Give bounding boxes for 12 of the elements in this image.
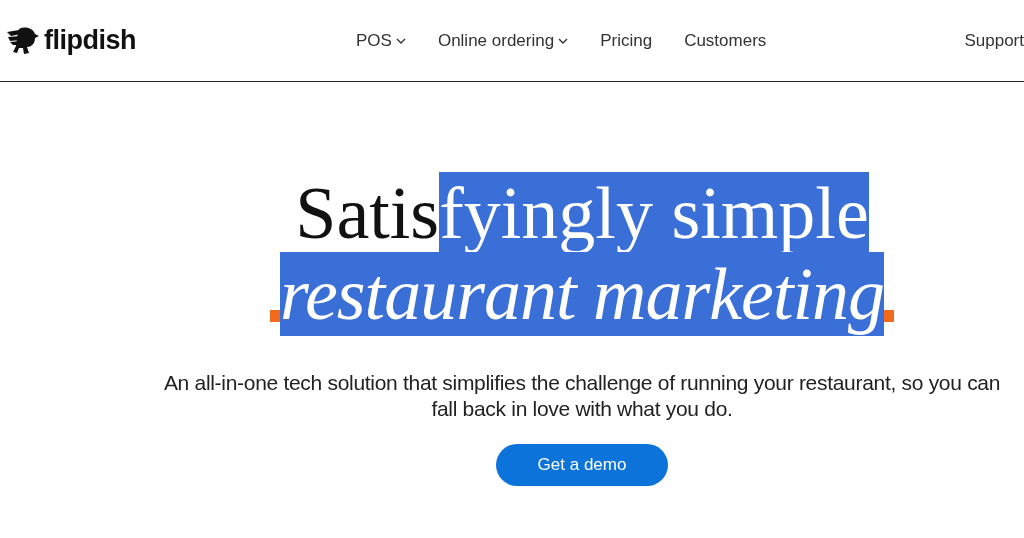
- nav-link[interactable]: Online ordering: [437, 30, 569, 51]
- bird-logo-icon: [5, 25, 41, 56]
- hero-subtitle: An all-in-one tech solution that simplifies the challenge of running your restaurant, so you can fall back in love with what you do.: [162, 370, 1002, 422]
- nav-link[interactable]: POS: [356, 30, 406, 51]
- support-link[interactable]: Support: [964, 30, 1024, 51]
- nav-link[interactable]: Pricing: [600, 30, 653, 51]
- chevron-down-icon: [395, 37, 406, 44]
- nav-link[interactable]: Customers: [684, 30, 767, 51]
- get-demo-button[interactable]: Get a demo: [496, 444, 668, 486]
- headline-emphasis-text: restaurant marketing: [279, 252, 885, 336]
- chevron-down-icon: [558, 37, 569, 44]
- logo-link[interactable]: flipdish: [5, 25, 136, 56]
